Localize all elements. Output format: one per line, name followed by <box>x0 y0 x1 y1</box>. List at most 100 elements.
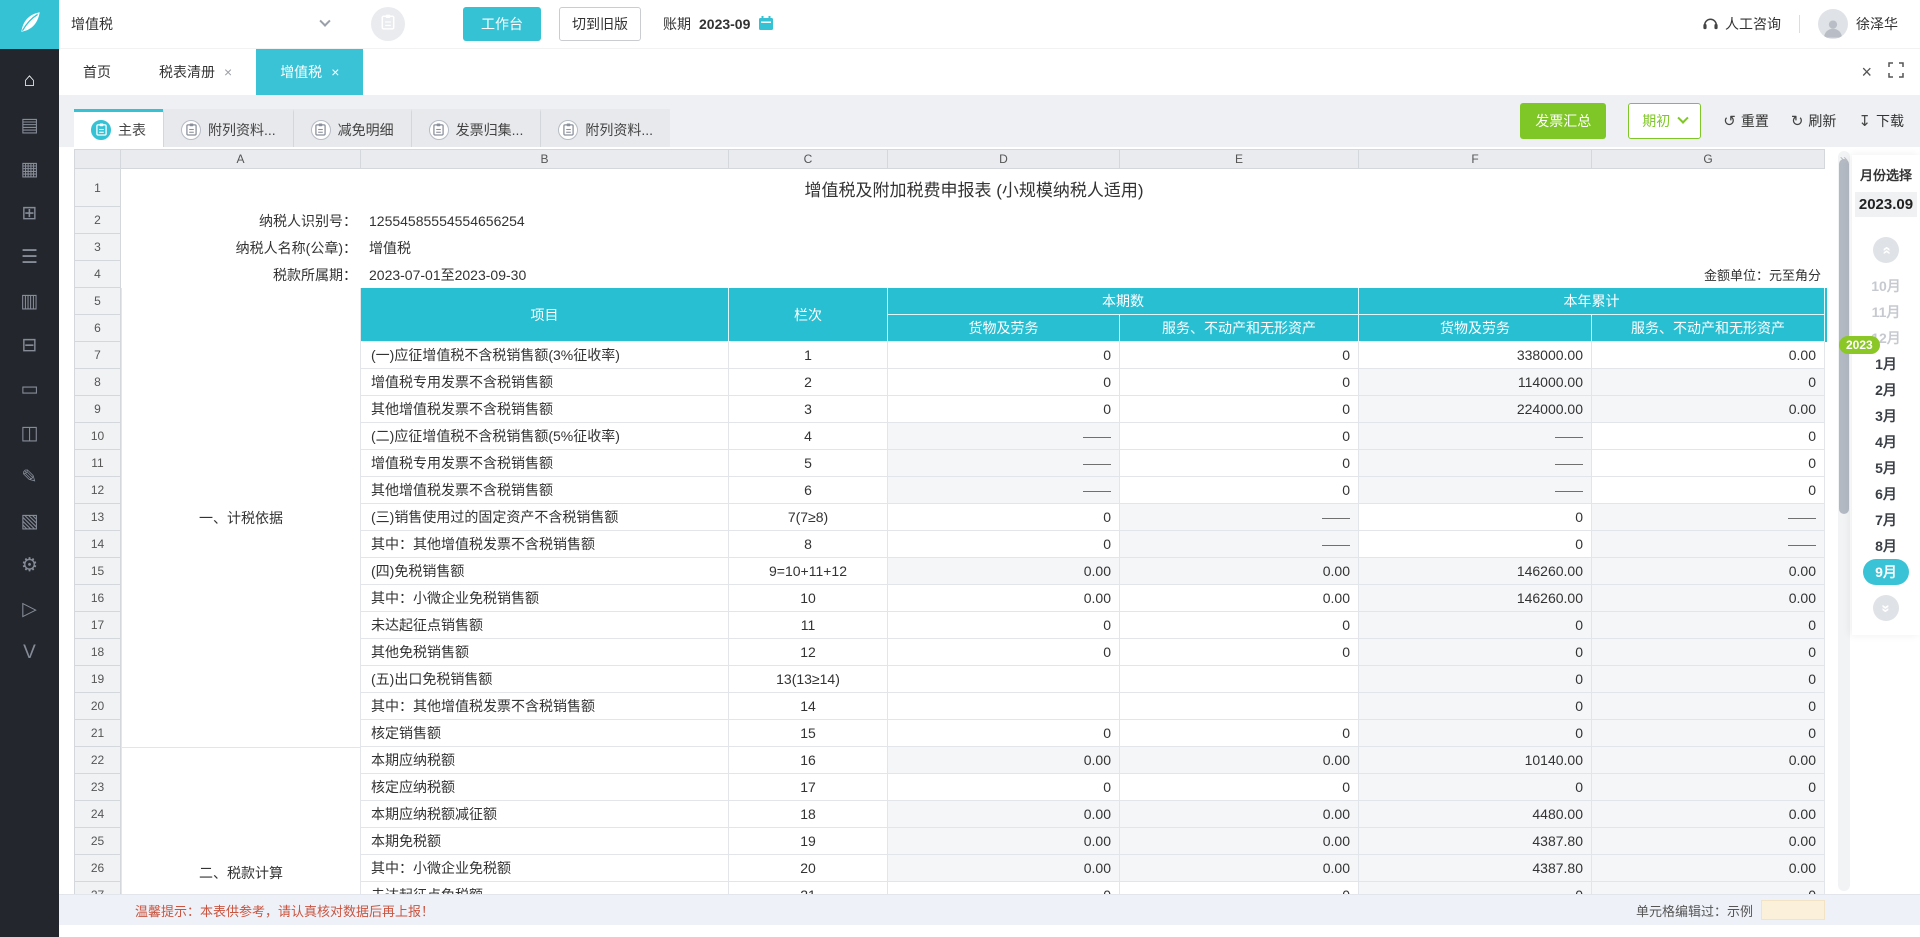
value-cell[interactable]: 114000.00 <box>1359 369 1592 396</box>
value-cell[interactable]: 0 <box>1592 693 1825 720</box>
value-cell[interactable]: 0.00 <box>1120 558 1359 585</box>
info-value[interactable]: 2023-07-01至2023-09-30 <box>361 261 1827 288</box>
value-cell[interactable] <box>1120 693 1359 720</box>
nav-item[interactable]: ⌂ <box>0 59 59 103</box>
nav-item[interactable]: ▤ <box>0 103 59 147</box>
collapse-panel-icon[interactable]: » <box>1840 151 1848 168</box>
value-cell[interactable]: 0 <box>888 720 1120 747</box>
value-cell[interactable]: 10140.00 <box>1359 747 1592 774</box>
value-cell[interactable]: 0 <box>1592 774 1825 801</box>
value-cell[interactable]: 0 <box>1592 639 1825 666</box>
value-cell[interactable]: 0 <box>888 639 1120 666</box>
value-cell[interactable]: 0.00 <box>1592 801 1825 828</box>
month-item[interactable]: 4月 <box>1852 429 1920 455</box>
module-select[interactable]: 增值税 <box>71 14 331 34</box>
value-cell[interactable]: 0.00 <box>1592 828 1825 855</box>
period-dropdown[interactable]: 期初 <box>1628 103 1702 139</box>
subtab-0[interactable]: 主表 <box>74 109 163 147</box>
nav-item[interactable]: ☰ <box>0 235 59 279</box>
report-status-badge[interactable] <box>371 7 405 41</box>
value-cell[interactable]: —— <box>1359 477 1592 504</box>
value-cell[interactable]: 0.00 <box>1592 342 1825 369</box>
value-cell[interactable]: 0 <box>1359 774 1592 801</box>
nav-item[interactable]: ▦ <box>0 147 59 191</box>
fullscreen-icon[interactable] <box>1888 61 1904 83</box>
month-item[interactable]: 8月 <box>1852 533 1920 559</box>
value-cell[interactable]: 0 <box>1120 774 1359 801</box>
month-item[interactable]: 6月 <box>1852 481 1920 507</box>
workbench-button[interactable]: 工作台 <box>463 7 541 41</box>
nav-item[interactable]: ⊞ <box>0 191 59 235</box>
subtab-1[interactable]: 附列资料... <box>163 109 293 147</box>
close-icon[interactable]: × <box>1861 63 1872 81</box>
month-item[interactable]: 5月 <box>1852 455 1920 481</box>
value-cell[interactable]: 0.00 <box>1120 747 1359 774</box>
support-link[interactable]: 人工咨询 <box>1702 14 1781 34</box>
value-cell[interactable]: 0.00 <box>1120 801 1359 828</box>
nav-item[interactable]: ⚙ <box>0 543 59 587</box>
app-logo[interactable] <box>0 0 59 49</box>
nav-item[interactable]: ▧ <box>0 499 59 543</box>
vertical-scrollbar[interactable] <box>1838 151 1850 891</box>
value-cell[interactable]: 0 <box>1359 720 1592 747</box>
value-cell[interactable]: 0 <box>1359 612 1592 639</box>
info-value[interactable]: 12554585554554656254 <box>361 207 1827 234</box>
nav-item[interactable]: ▭ <box>0 367 59 411</box>
value-cell[interactable]: —— <box>1592 504 1825 531</box>
value-cell[interactable]: 0 <box>1592 720 1825 747</box>
value-cell[interactable] <box>888 693 1120 720</box>
value-cell[interactable]: 0 <box>1120 450 1359 477</box>
value-cell[interactable]: —— <box>888 450 1120 477</box>
value-cell[interactable]: 0 <box>1359 639 1592 666</box>
value-cell[interactable] <box>888 666 1120 693</box>
value-cell[interactable]: —— <box>1359 450 1592 477</box>
value-cell[interactable]: 0 <box>1592 477 1825 504</box>
nav-item[interactable]: ▥ <box>0 279 59 323</box>
value-cell[interactable]: 0.00 <box>1592 558 1825 585</box>
close-icon[interactable]: × <box>331 64 339 80</box>
value-cell[interactable]: —— <box>888 477 1120 504</box>
nav-item[interactable]: V <box>0 631 59 675</box>
value-cell[interactable]: —— <box>888 423 1120 450</box>
value-cell[interactable]: 338000.00 <box>1359 342 1592 369</box>
info-value[interactable]: 增值税 <box>361 234 1827 261</box>
month-item[interactable]: 9月 <box>1863 559 1909 585</box>
value-cell[interactable]: 0 <box>1359 531 1592 558</box>
value-cell[interactable]: 0.00 <box>888 855 1120 882</box>
value-cell[interactable]: 0 <box>888 369 1120 396</box>
value-cell[interactable]: 0 <box>1120 342 1359 369</box>
nav-item[interactable]: ✎ <box>0 455 59 499</box>
value-cell[interactable]: —— <box>1120 504 1359 531</box>
month-item[interactable]: 7月 <box>1852 507 1920 533</box>
subtab-2[interactable]: 减免明细 <box>292 109 411 147</box>
nav-item[interactable]: ▷ <box>0 587 59 631</box>
value-cell[interactable]: 0.00 <box>1592 585 1825 612</box>
value-cell[interactable]: 146260.00 <box>1359 585 1592 612</box>
download-button[interactable]: ↧ 下载 <box>1858 111 1904 131</box>
value-cell[interactable]: 0 <box>1120 639 1359 666</box>
nav-item[interactable]: ◫ <box>0 411 59 455</box>
value-cell[interactable]: 0 <box>1592 666 1825 693</box>
value-cell[interactable]: —— <box>1359 423 1592 450</box>
value-cell[interactable]: 0.00 <box>1592 396 1825 423</box>
value-cell[interactable]: 0.00 <box>1120 585 1359 612</box>
month-item[interactable]: 1月 <box>1852 351 1920 377</box>
value-cell[interactable] <box>1120 666 1359 693</box>
value-cell[interactable]: 0.00 <box>1120 855 1359 882</box>
tab-0[interactable]: 首页 <box>59 49 135 95</box>
value-cell[interactable]: 0 <box>1120 720 1359 747</box>
tab-1[interactable]: 税表清册 × <box>135 49 256 95</box>
month-item[interactable]: 2月 <box>1852 377 1920 403</box>
value-cell[interactable]: 0.00 <box>1592 747 1825 774</box>
scroll-down-button[interactable]: » <box>1873 595 1899 621</box>
nav-item[interactable]: ⊟ <box>0 323 59 367</box>
username[interactable]: 徐泽华 <box>1856 14 1898 34</box>
refresh-button[interactable]: ↻ 刷新 <box>1791 111 1837 131</box>
value-cell[interactable]: 0.00 <box>888 558 1120 585</box>
value-cell[interactable]: 0 <box>1120 369 1359 396</box>
invoice-summary-button[interactable]: 发票汇总 <box>1520 103 1607 139</box>
subtab-3[interactable]: 发票归集... <box>410 109 541 147</box>
value-cell[interactable]: 0 <box>888 342 1120 369</box>
value-cell[interactable]: 0 <box>1592 612 1825 639</box>
value-cell[interactable]: 224000.00 <box>1359 396 1592 423</box>
